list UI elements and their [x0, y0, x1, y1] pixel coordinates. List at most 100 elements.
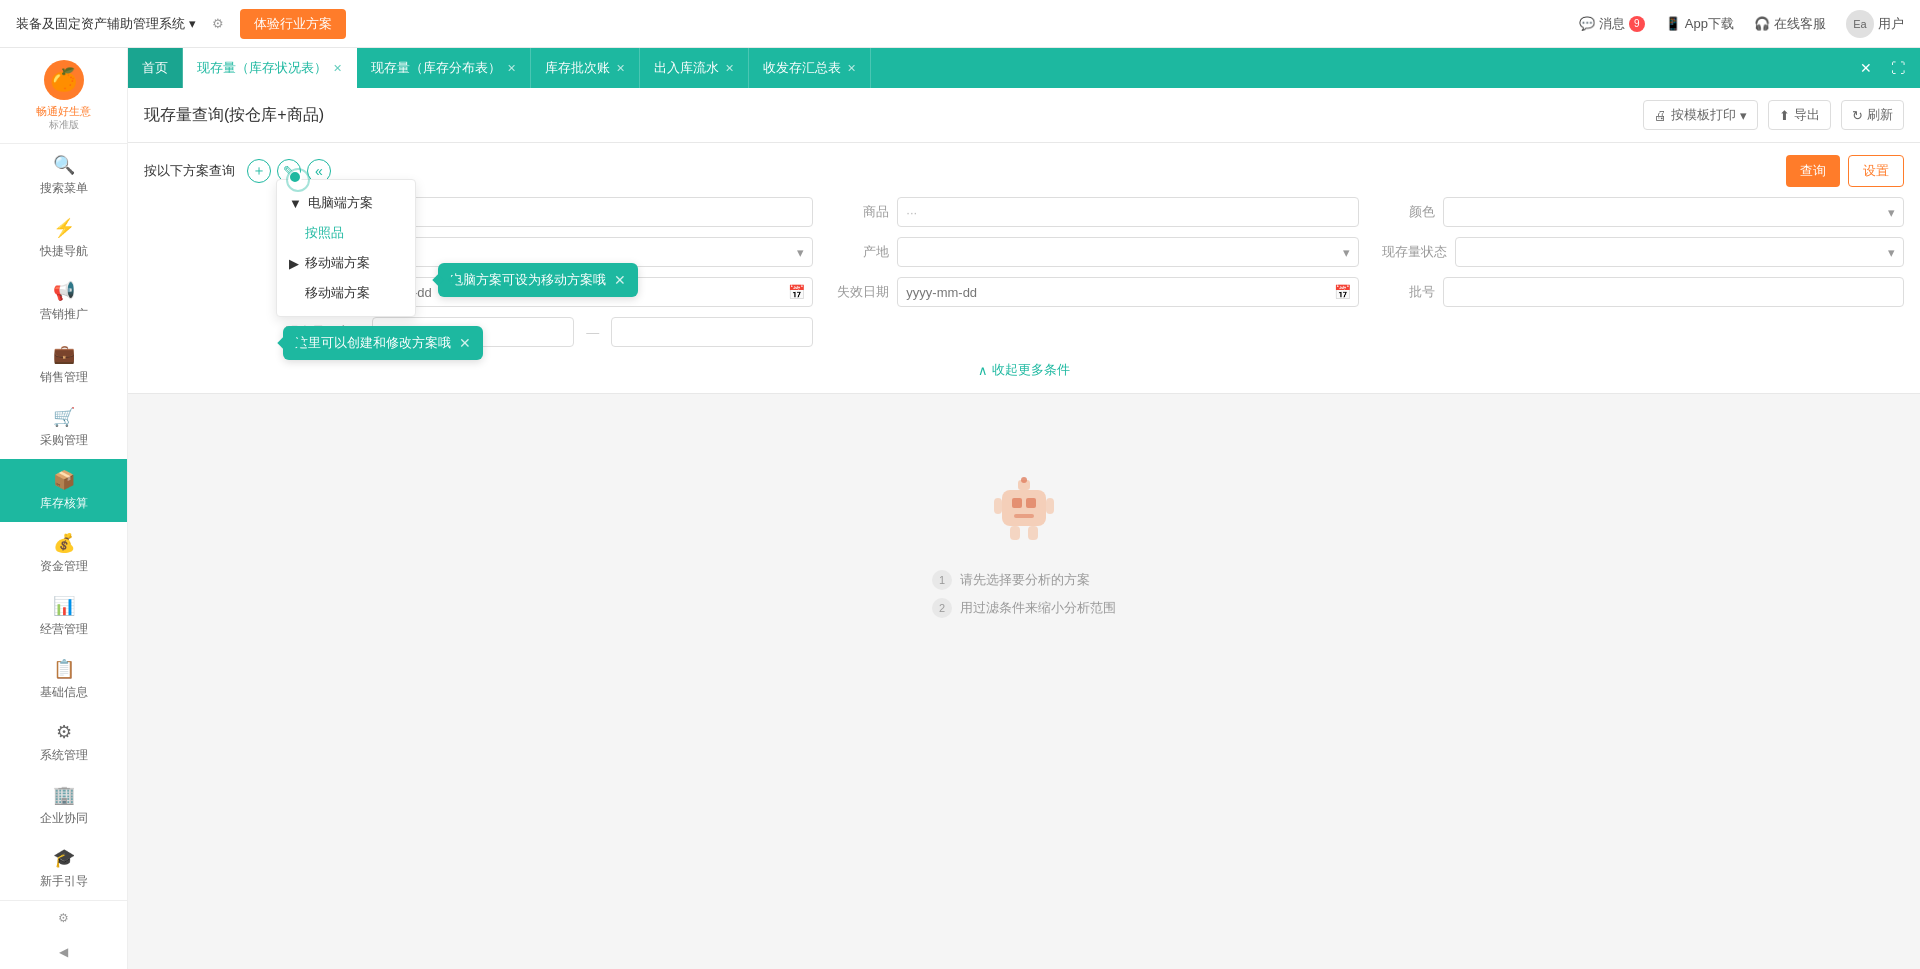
hint-num-2: 2	[932, 598, 952, 618]
add-schema-btn[interactable]: ＋	[247, 159, 271, 183]
export-btn[interactable]: ⬆ 导出	[1768, 100, 1831, 130]
settings-filter-btn[interactable]: 设置	[1848, 155, 1904, 187]
batch-input[interactable]	[1443, 277, 1904, 307]
goods-label: 商品	[829, 203, 889, 221]
headset-icon: 🎧	[1754, 16, 1770, 31]
sidebar-item-enterprise[interactable]: 🏢 企业协同	[0, 774, 127, 837]
tab-close-inout-flow[interactable]: ✕	[725, 62, 734, 75]
tooltip-edit-scheme: 这里可以创建和修改方案哦 ✕	[283, 326, 483, 360]
tab-close-stock-status[interactable]: ✕	[333, 62, 342, 75]
svg-rect-9	[1028, 526, 1038, 540]
svg-point-5	[1021, 477, 1027, 483]
batch-label: 批号	[1375, 283, 1435, 301]
stock-status-label: 现存量状态	[1375, 243, 1447, 261]
sidebar-item-quick-nav[interactable]: ⚡ 快捷导航	[0, 207, 127, 270]
refresh-btn[interactable]: ↻ 刷新	[1841, 100, 1904, 130]
sidebar-bottom-collapse[interactable]: ◀	[0, 935, 127, 969]
svg-rect-1	[1012, 498, 1022, 508]
logo-icon: 🍊	[44, 60, 84, 100]
mobile-item-label: 移动端方案	[305, 284, 370, 302]
sidebar-bottom-settings[interactable]: ⚙	[0, 901, 127, 935]
schema-tree-desktop-item[interactable]: 按照品	[277, 218, 415, 248]
tab-close-all-btn[interactable]: ✕	[1852, 54, 1880, 82]
sidebar-item-marketing[interactable]: 📢 营销推广	[0, 270, 127, 333]
message-badge: 9	[1629, 16, 1645, 32]
goods-select[interactable]: ···	[897, 197, 1358, 227]
stock-status-select[interactable]: ▾	[1455, 237, 1904, 267]
exp-date-input[interactable]	[897, 277, 1358, 307]
sidebar-label-sales: 销售管理	[40, 369, 88, 386]
tab-close-stock-batch[interactable]: ✕	[616, 62, 625, 75]
sidebar-item-sales[interactable]: 💼 销售管理	[0, 333, 127, 396]
sidebar-item-business[interactable]: 📊 经营管理	[0, 585, 127, 648]
app-download-item[interactable]: 📱 App下载	[1665, 15, 1734, 33]
tooltip-desktop-text: 电脑方案可设为移动方案哦	[450, 271, 606, 289]
sidebar-item-base-info[interactable]: 📋 基础信息	[0, 648, 127, 711]
sidebar-item-stock[interactable]: 📦 库存核算	[0, 459, 127, 522]
schema-tree-mobile[interactable]: ▶ 移动端方案	[277, 248, 415, 278]
collapse-label: 收起更多条件	[992, 361, 1070, 379]
top-bar-left: 装备及固定资产辅助管理系统 ▾ ⚙ 体验行业方案	[16, 9, 346, 39]
hint-text-1: 请先选择要分析的方案	[960, 571, 1090, 589]
user-label: 用户	[1878, 15, 1904, 33]
origin-select[interactable]: ▾	[897, 237, 1358, 267]
tab-home[interactable]: 首页	[128, 48, 183, 88]
sidebar-logo: 🍊 畅通好生意 标准版	[0, 48, 127, 144]
quick-nav-icon: ⚡	[53, 217, 75, 239]
user-item[interactable]: Ea 用户	[1846, 10, 1904, 38]
tooltip-desktop-close[interactable]: ✕	[614, 272, 626, 288]
sidebar-item-search[interactable]: 🔍 搜索菜单	[0, 144, 127, 207]
print-btn[interactable]: 🖨 按模板打印 ▾	[1643, 100, 1758, 130]
online-support-label: 在线客服	[1774, 15, 1826, 33]
sidebar-item-system[interactable]: ⚙ 系统管理	[0, 711, 127, 774]
stock-main-to[interactable]	[611, 317, 813, 347]
message-item[interactable]: 💬 消息 9	[1579, 15, 1645, 33]
filter-field-origin: 产地 ▾	[829, 237, 1358, 267]
filter-field-batch: 批号	[1375, 277, 1904, 307]
sales-icon: 💼	[53, 343, 75, 365]
tab-close-stock-dist[interactable]: ✕	[507, 62, 516, 75]
color-label: 颜色	[1375, 203, 1435, 221]
sidebar-label-marketing: 营销推广	[40, 306, 88, 323]
settings-btn[interactable]: ⚙	[204, 10, 232, 38]
system-select[interactable]: 装备及固定资产辅助管理系统 ▾	[16, 15, 196, 33]
sidebar: 🍊 畅通好生意 标准版 🔍 搜索菜单 ⚡ 快捷导航 📢 营销推广 💼 销售	[0, 48, 128, 969]
tab-inout-flow[interactable]: 出入库流水 ✕	[640, 48, 749, 88]
color-select[interactable]: ▾	[1443, 197, 1904, 227]
app-container: 装备及固定资产辅助管理系统 ▾ ⚙ 体验行业方案 💬 消息 9 📱 App下载 …	[0, 0, 1920, 969]
schema-tree-mobile-item[interactable]: 移动端方案	[277, 278, 415, 308]
desktop-schema-label: 电脑端方案	[308, 194, 373, 212]
tooltip-arrow-left2	[277, 337, 288, 348]
sidebar-item-finance[interactable]: 💰 资金管理	[0, 522, 127, 585]
tab-receive-send[interactable]: 收发存汇总表 ✕	[749, 48, 871, 88]
plus-icon: ＋	[252, 162, 266, 180]
warehouse-select[interactable]: ···	[352, 197, 813, 227]
sidebar-label-system: 系统管理	[40, 747, 88, 764]
sidebar-item-purchase[interactable]: 🛒 采购管理	[0, 396, 127, 459]
schema-tree-desktop[interactable]: ▼ 电脑端方案	[277, 188, 415, 218]
tab-expand-btn[interactable]: ⛶	[1884, 54, 1912, 82]
query-btn[interactable]: 查询	[1786, 155, 1840, 187]
tab-close-receive-send[interactable]: ✕	[847, 62, 856, 75]
avatar: Ea	[1846, 10, 1874, 38]
online-support-item[interactable]: 🎧 在线客服	[1754, 15, 1826, 33]
sidebar-label-search: 搜索菜单	[40, 180, 88, 197]
mfg-date-cal-icon[interactable]: 📅	[788, 284, 805, 300]
tooltip-edit-close[interactable]: ✕	[459, 335, 471, 351]
tab-stock-batch[interactable]: 库存批次账 ✕	[531, 48, 640, 88]
mobile-expand-arrow: ▶	[289, 256, 299, 271]
message-icon: 💬	[1579, 16, 1595, 31]
sidebar-item-guide[interactable]: 🎓 新手引导	[0, 837, 127, 900]
trial-btn[interactable]: 体验行业方案	[240, 9, 346, 39]
top-bar-right: 💬 消息 9 📱 App下载 🎧 在线客服 Ea 用户	[1579, 10, 1904, 38]
origin-arrow: ▾	[1343, 245, 1350, 260]
range-separator: —	[586, 325, 599, 340]
tab-stock-status[interactable]: 现存量（库存状况表） ✕	[183, 48, 357, 88]
tab-receive-send-label: 收发存汇总表	[763, 59, 841, 77]
system-icon: ⚙	[56, 721, 72, 743]
exp-date-cal-icon[interactable]: 📅	[1334, 284, 1351, 300]
system-title: 装备及固定资产辅助管理系统	[16, 15, 185, 33]
filter-field-exp-date: 失效日期 📅	[829, 277, 1358, 307]
export-icon: ⬆	[1779, 108, 1790, 123]
tab-stock-dist[interactable]: 现存量（库存分布表） ✕	[357, 48, 531, 88]
